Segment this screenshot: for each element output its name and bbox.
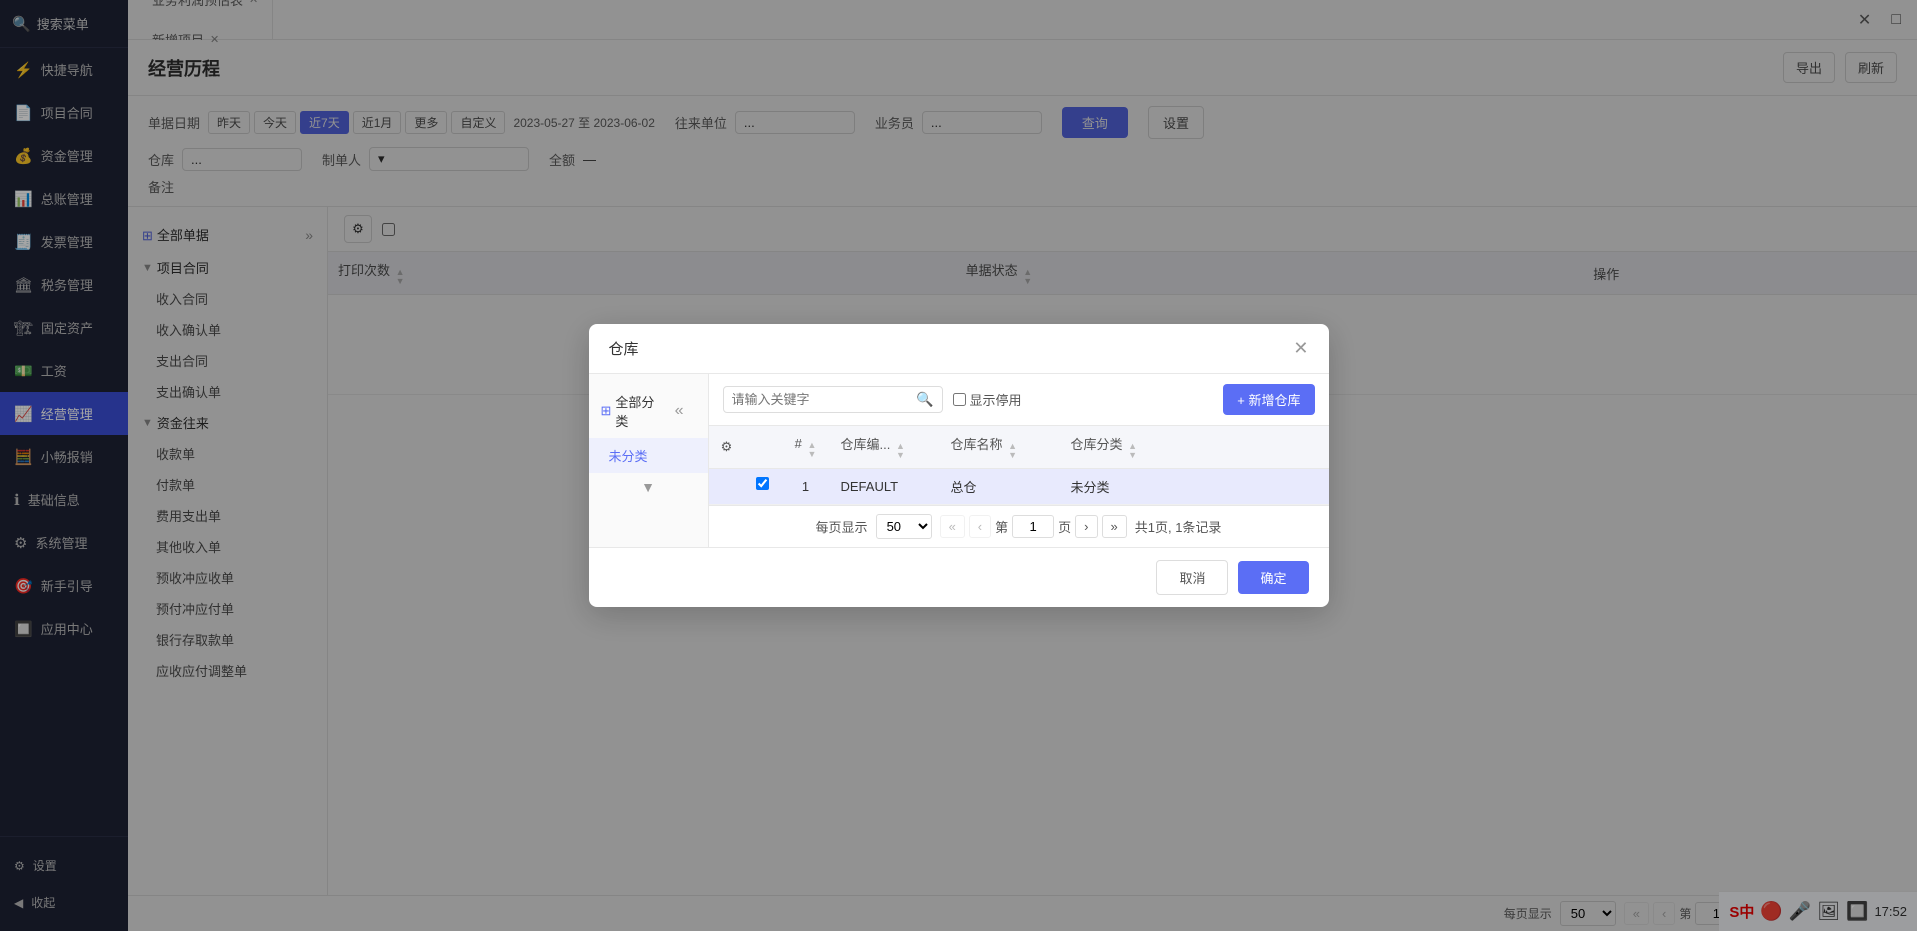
warehouse-table: ⚙ # ▲▼ 仓库编... ▲▼ 仓库名称 ▲▼ 仓库分类 ▲▼ 1 DEFAU… bbox=[709, 426, 1329, 505]
dialog-right-panel: 🔍 显示停用 + 新增仓库 ⚙ # ▲▼ bbox=[709, 374, 1329, 547]
col-code: 仓库编... ▲▼ bbox=[831, 426, 941, 469]
dialog-search-box: 🔍 bbox=[723, 386, 943, 413]
dialog-prev-btn[interactable]: ‹ bbox=[969, 515, 991, 538]
dialog-toolbar: 🔍 显示停用 + 新增仓库 bbox=[709, 374, 1329, 426]
all-categories-label: 全部分类 bbox=[615, 392, 658, 430]
dialog-page-label: 第 bbox=[995, 517, 1008, 536]
scroll-down-btn[interactable]: ▼ bbox=[589, 473, 708, 501]
row-gear bbox=[709, 469, 745, 505]
add-warehouse-button[interactable]: + 新增仓库 bbox=[1223, 384, 1314, 415]
col-name: 仓库名称 ▲▼ bbox=[941, 426, 1061, 469]
uncategorized-label: 未分类 bbox=[609, 446, 648, 465]
warehouse-dialog: 仓库 ✕ ⊞ 全部分类 « 未分类 ▼ bbox=[589, 324, 1329, 607]
col-gear: ⚙ bbox=[709, 426, 745, 469]
dialog-left-panel: ⊞ 全部分类 « 未分类 ▼ bbox=[589, 374, 709, 547]
cancel-button[interactable]: 取消 bbox=[1156, 560, 1228, 595]
dialog-last-btn[interactable]: » bbox=[1102, 515, 1127, 538]
row-checkbox[interactable] bbox=[745, 469, 781, 498]
row-code: DEFAULT bbox=[831, 469, 941, 505]
dialog-title: 仓库 bbox=[609, 338, 639, 359]
dialog-per-page-select[interactable]: 501020100 bbox=[876, 514, 932, 539]
table-row[interactable]: 1 DEFAULT 总仓 未分类 bbox=[709, 469, 1329, 505]
show-disabled-checkbox[interactable] bbox=[953, 393, 966, 406]
per-page-label-dialog: 每页显示 bbox=[816, 517, 868, 536]
all-categories-item[interactable]: ⊞ 全部分类 « bbox=[589, 384, 708, 438]
warehouse-tbody: 1 DEFAULT 总仓 未分类 bbox=[709, 469, 1329, 505]
dialog-body: ⊞ 全部分类 « 未分类 ▼ 🔍 bbox=[589, 374, 1329, 547]
dialog-page-suffix: 页 bbox=[1058, 517, 1071, 536]
dialog-overlay: 仓库 ✕ ⊞ 全部分类 « 未分类 ▼ bbox=[0, 0, 1917, 931]
dialog-page-nav: « ‹ 第 页 › » bbox=[940, 515, 1127, 538]
expand-icon: « bbox=[675, 402, 684, 420]
col-checkbox bbox=[745, 426, 781, 469]
confirm-button[interactable]: 确定 bbox=[1238, 561, 1308, 594]
show-disabled-text: 显示停用 bbox=[970, 390, 1022, 409]
row-num: 1 bbox=[781, 469, 831, 505]
dialog-page-input[interactable] bbox=[1012, 515, 1054, 538]
dialog-footer: 每页显示 501020100 « ‹ 第 页 › » 共1页, 1条记录 bbox=[709, 505, 1329, 547]
dialog-header: 仓库 ✕ bbox=[589, 324, 1329, 374]
cat-header-icons: « bbox=[663, 394, 696, 428]
uncategorized-item[interactable]: 未分类 bbox=[589, 438, 708, 473]
col-category: 仓库分类 ▲▼ bbox=[1061, 426, 1329, 469]
col-num: # ▲▼ bbox=[781, 426, 831, 469]
dialog-search-input[interactable] bbox=[732, 392, 917, 407]
row-category: 未分类 bbox=[1061, 469, 1329, 505]
dialog-total: 共1页, 1条记录 bbox=[1135, 517, 1222, 536]
dialog-search-icon[interactable]: 🔍 bbox=[916, 391, 933, 408]
dialog-next-btn[interactable]: › bbox=[1075, 515, 1097, 538]
dialog-close-btn[interactable]: ✕ bbox=[1293, 338, 1308, 359]
show-disabled-label[interactable]: 显示停用 bbox=[953, 390, 1022, 409]
row-name: 总仓 bbox=[941, 469, 1061, 505]
dialog-first-btn[interactable]: « bbox=[940, 515, 965, 538]
dialog-actions: 取消 确定 bbox=[589, 547, 1329, 607]
all-categories-icon: ⊞ bbox=[601, 403, 612, 419]
dialog-table-container: ⚙ # ▲▼ 仓库编... ▲▼ 仓库名称 ▲▼ 仓库分类 ▲▼ 1 DEFAU… bbox=[709, 426, 1329, 505]
